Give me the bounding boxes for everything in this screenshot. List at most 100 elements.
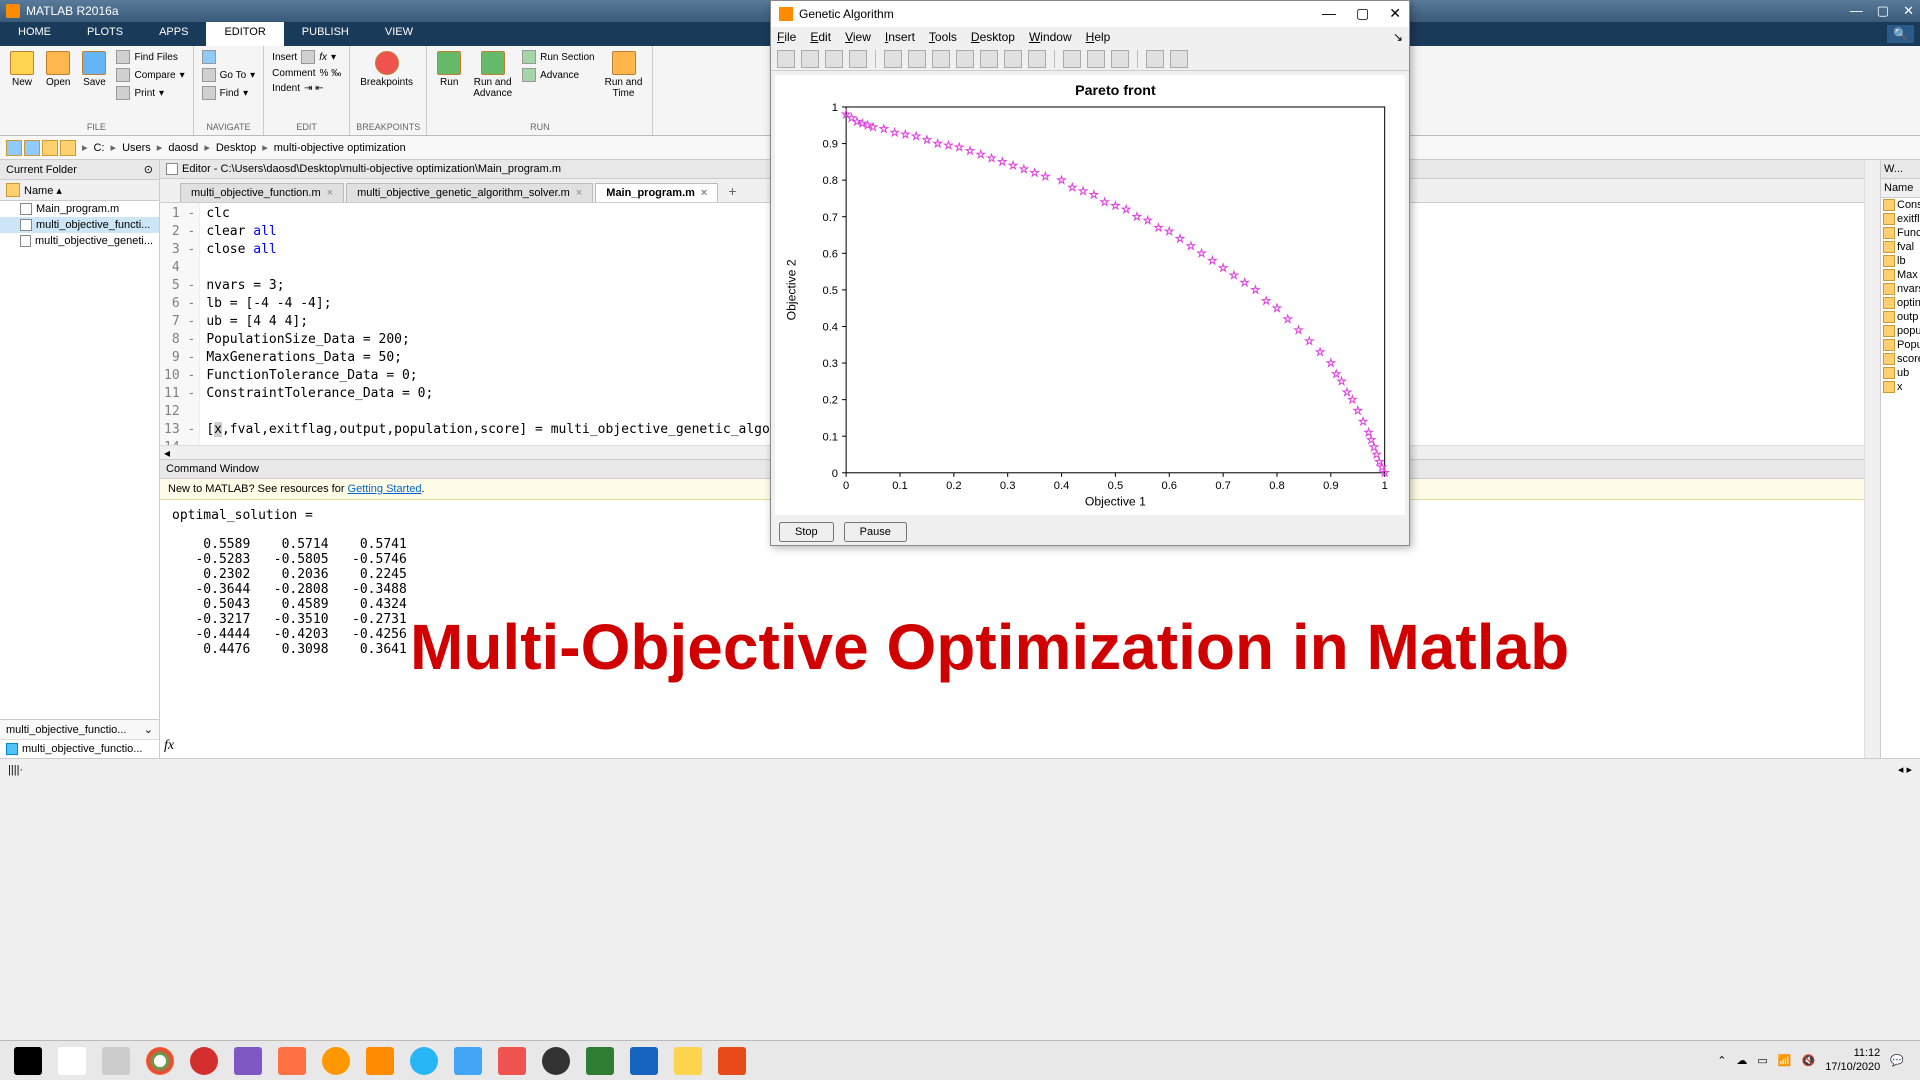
taskview-icon[interactable] [102, 1047, 130, 1075]
start-icon[interactable] [14, 1047, 42, 1075]
legend-icon[interactable] [1111, 50, 1129, 68]
workspace-var[interactable]: popu [1881, 324, 1920, 338]
datatip-icon[interactable] [1004, 50, 1022, 68]
chrome-icon[interactable] [146, 1047, 174, 1075]
details-select[interactable]: multi_objective_functio...⌄ [0, 720, 159, 740]
editor-tab[interactable]: multi_objective_function.m× [180, 183, 344, 202]
search-icon[interactable]: 🔍 [1887, 25, 1914, 43]
minimize-icon[interactable]: — [1850, 3, 1863, 19]
menu-desktop[interactable]: Desktop [971, 30, 1015, 44]
record-icon[interactable] [190, 1047, 218, 1075]
save-figure-icon[interactable] [825, 50, 843, 68]
workspace-var[interactable]: Func [1881, 226, 1920, 240]
menu-insert[interactable]: Insert [885, 30, 915, 44]
dock-icon[interactable] [1170, 50, 1188, 68]
workspace-var[interactable]: exitfl [1881, 212, 1920, 226]
tile-icon[interactable] [1146, 50, 1164, 68]
tab-plots[interactable]: PLOTS [69, 22, 141, 46]
workspace-var[interactable]: ub [1881, 366, 1920, 380]
workspace-var[interactable]: outp [1881, 310, 1920, 324]
powerpoint-icon[interactable] [718, 1047, 746, 1075]
panel-menu-icon[interactable]: ⊙ [144, 163, 153, 176]
matlab-taskbar-icon[interactable] [366, 1047, 394, 1075]
pause-button[interactable]: Pause [844, 522, 907, 542]
close-tab-icon[interactable]: × [327, 187, 333, 199]
indent-button[interactable]: Indent ⇥ ⇤ [270, 82, 343, 95]
run-advance-button[interactable]: Run and Advance [469, 49, 516, 101]
run-section-button[interactable]: Run Section [520, 49, 596, 65]
close-icon[interactable]: ✕ [1903, 3, 1914, 19]
stop-button[interactable]: Stop [779, 522, 834, 542]
nav-back-button[interactable] [200, 49, 258, 65]
new-figure-icon[interactable] [777, 50, 795, 68]
tab-apps[interactable]: APPS [141, 22, 206, 46]
file-item[interactable]: multi_objective_geneti... [0, 233, 159, 249]
search-icon[interactable] [58, 1047, 86, 1075]
workspace-var[interactable]: lb [1881, 254, 1920, 268]
app-icon[interactable] [498, 1047, 526, 1075]
run-time-button[interactable]: Run and Time [601, 49, 647, 101]
menu-help[interactable]: Help [1086, 30, 1111, 44]
tab-home[interactable]: HOME [0, 22, 69, 46]
open-button[interactable]: Open [42, 49, 74, 90]
workspace-var[interactable]: Cons [1881, 198, 1920, 212]
tray-battery-icon[interactable]: ▭ [1757, 1054, 1767, 1067]
up-icon[interactable] [42, 140, 58, 156]
tab-editor[interactable]: EDITOR [206, 22, 283, 46]
name-column-header[interactable]: Name ▴ [0, 180, 159, 201]
workspace-var[interactable]: score [1881, 352, 1920, 366]
file-item[interactable]: Main_program.m [0, 201, 159, 217]
advance-button[interactable]: Advance [520, 67, 596, 83]
find-button[interactable]: Find ▾ [200, 85, 258, 101]
app-icon[interactable] [234, 1047, 262, 1075]
system-clock[interactable]: 11:12 17/10/2020 [1825, 1047, 1880, 1073]
brush-icon[interactable] [1028, 50, 1046, 68]
excel-icon[interactable] [586, 1047, 614, 1075]
workspace-var[interactable]: optin [1881, 296, 1920, 310]
menu-edit[interactable]: Edit [810, 30, 831, 44]
pan-icon[interactable] [956, 50, 974, 68]
word-icon[interactable] [630, 1047, 658, 1075]
paint-icon[interactable] [674, 1047, 702, 1075]
tray-wifi-icon[interactable]: 📶 [1778, 1054, 1792, 1067]
tab-view[interactable]: VIEW [367, 22, 431, 46]
link-icon[interactable] [1063, 50, 1081, 68]
add-tab-button[interactable]: + [720, 180, 744, 202]
workspace-var[interactable]: x [1881, 380, 1920, 394]
path-part[interactable]: multi-objective optimization [274, 142, 406, 154]
scroll-nav[interactable]: ◂ ▸ [1898, 763, 1912, 776]
menu-tools[interactable]: Tools [929, 30, 957, 44]
goto-button[interactable]: Go To ▾ [200, 67, 258, 83]
path-part[interactable]: C: [94, 142, 105, 154]
zoom-in-icon[interactable] [908, 50, 926, 68]
workspace-var[interactable]: fval [1881, 240, 1920, 254]
menu-view[interactable]: View [845, 30, 871, 44]
figure-titlebar[interactable]: Genetic Algorithm — ▢ ✕ [771, 1, 1409, 27]
workspace-name-header[interactable]: Name [1881, 179, 1920, 198]
print-figure-icon[interactable] [849, 50, 867, 68]
getting-started-link[interactable]: Getting Started [348, 483, 422, 495]
maximize-icon[interactable]: ▢ [1877, 3, 1889, 19]
pointer-icon[interactable] [884, 50, 902, 68]
editor-tab[interactable]: Main_program.m× [595, 183, 718, 202]
insert-button[interactable]: Insert fx ▾ [270, 49, 343, 65]
tray-cloud-icon[interactable]: ☁ [1736, 1054, 1747, 1067]
colorbar-icon[interactable] [1087, 50, 1105, 68]
comment-button[interactable]: Comment % ‰ [270, 67, 343, 80]
tray-volume-icon[interactable]: 🔇 [1802, 1054, 1816, 1067]
open-figure-icon[interactable] [801, 50, 819, 68]
tab-publish[interactable]: PUBLISH [284, 22, 367, 46]
workspace-var[interactable]: Popu [1881, 338, 1920, 352]
notifications-icon[interactable]: 💬 [1890, 1054, 1904, 1067]
workspace-var[interactable]: nvars [1881, 282, 1920, 296]
menu-more-icon[interactable]: ↘ [1393, 30, 1403, 44]
firefox-icon[interactable] [322, 1047, 350, 1075]
menu-file[interactable]: File [777, 30, 796, 44]
scroll-left-icon[interactable]: ◂ [160, 446, 174, 459]
app-icon[interactable] [454, 1047, 482, 1075]
minimize-icon[interactable]: — [1322, 5, 1336, 22]
print-button[interactable]: Print ▾ [114, 85, 186, 101]
app-icon[interactable] [410, 1047, 438, 1075]
back-icon[interactable] [6, 140, 22, 156]
close-tab-icon[interactable]: × [701, 187, 707, 199]
